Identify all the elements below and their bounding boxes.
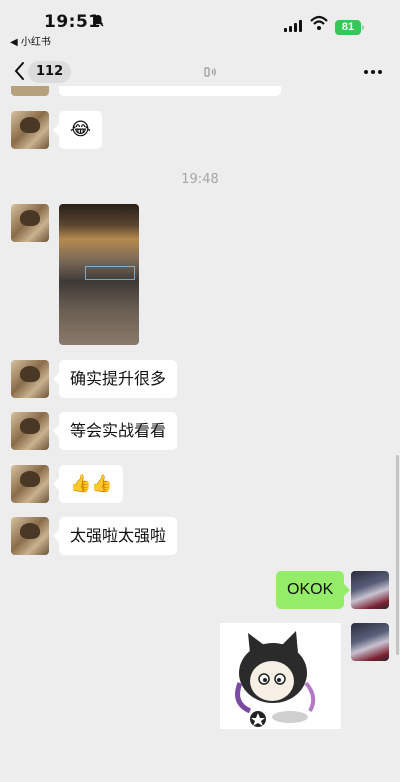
battery-icon: 81 (335, 20, 361, 35)
contact-avatar[interactable] (11, 412, 49, 450)
message-bubble[interactable]: 👍👍 (52, 465, 124, 503)
contact-avatar[interactable] (11, 517, 49, 555)
bell-muted-icon (92, 14, 104, 30)
contact-avatar[interactable] (11, 111, 49, 149)
contact-avatar[interactable] (11, 360, 49, 398)
message-bubble[interactable] (59, 86, 281, 96)
cat-girl-sticker-icon (235, 631, 316, 727)
unread-count-badge[interactable]: 112 (28, 61, 72, 83)
image-message[interactable] (59, 204, 139, 345)
back-to-app-link[interactable]: ◀ 小红书 (10, 33, 51, 48)
message-timestamp: 19:48 (181, 172, 219, 187)
message-bubble[interactable]: 😂 (52, 111, 103, 149)
contact-avatar[interactable] (11, 204, 49, 242)
cellular-signal-icon (284, 20, 302, 32)
more-options-icon[interactable] (364, 70, 382, 74)
contact-avatar[interactable] (11, 465, 49, 503)
message-bubble[interactable]: 等会实战看看 (52, 412, 178, 450)
message-bubble[interactable]: 确实提升很多 (52, 360, 178, 398)
sticker-message[interactable] (220, 623, 341, 729)
message-bubble[interactable]: OKOK (276, 571, 351, 609)
wifi-icon (310, 15, 328, 30)
battery-tip (362, 25, 364, 30)
my-avatar[interactable] (351, 623, 389, 661)
earpiece-mode-icon (204, 67, 216, 77)
avatar[interactable] (11, 86, 49, 96)
status-bar: 19:51 ◀ 小红书 81 (0, 0, 400, 48)
scrollbar[interactable] (396, 455, 399, 655)
back-chevron-icon[interactable] (12, 60, 26, 82)
message-bubble[interactable]: 太强啦太强啦 (52, 517, 178, 555)
my-avatar[interactable] (351, 571, 389, 609)
